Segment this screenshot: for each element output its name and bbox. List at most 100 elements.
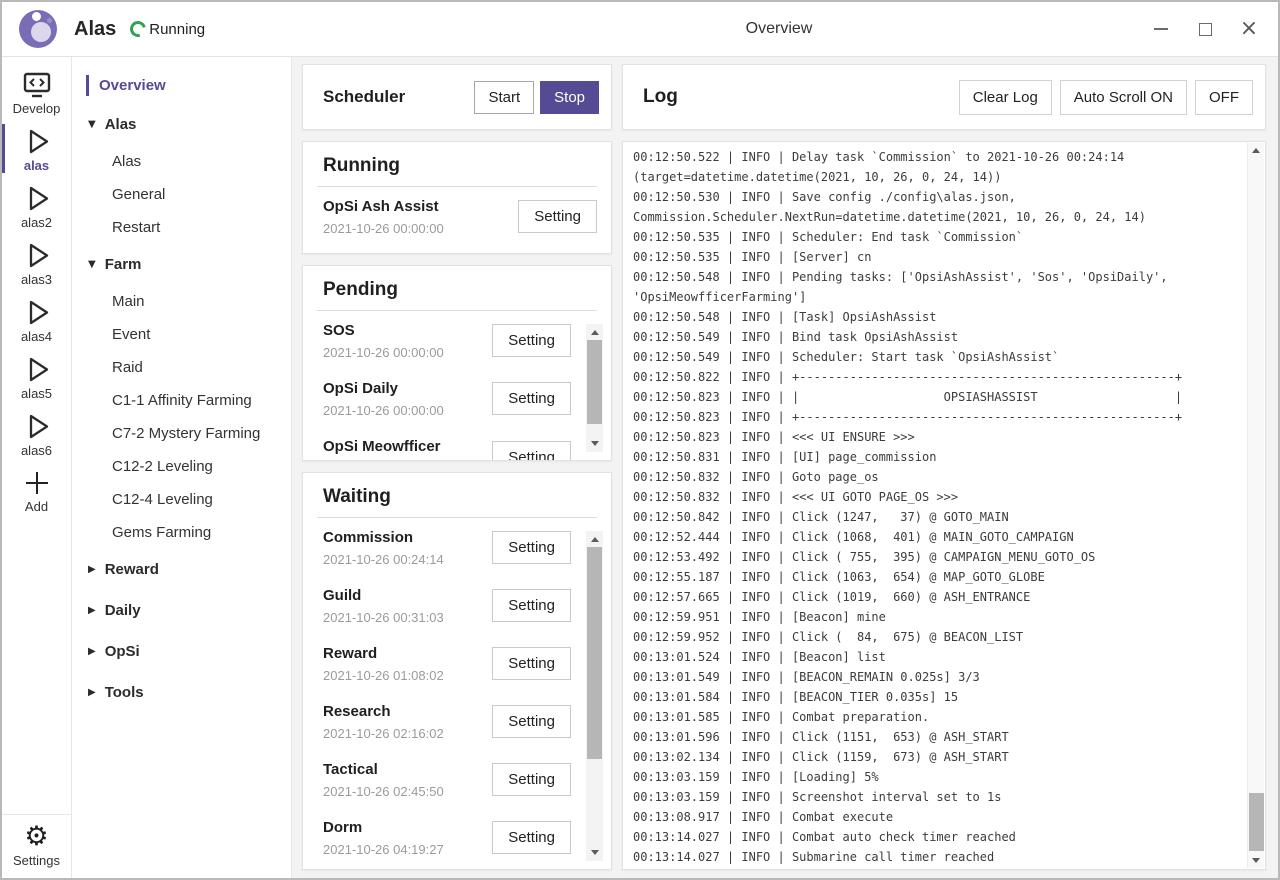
nav-item[interactable]: Restart (72, 211, 291, 244)
play-icon (22, 126, 52, 157)
task-setting-button[interactable]: Setting (492, 382, 571, 415)
task-row: OpSi Ash Assist 2021-10-26 00:00:00 Sett… (303, 187, 611, 245)
task-row: Research 2021-10-26 02:16:02 Setting (303, 692, 611, 750)
nav-item-label: Gems Farming (112, 524, 211, 541)
task-setting-button[interactable]: Setting (492, 324, 571, 357)
nav-item[interactable]: Alas (72, 145, 291, 178)
task-info: Research 2021-10-26 02:16:02 (323, 701, 444, 741)
nav-item[interactable]: Overview (86, 75, 291, 96)
nav-item[interactable]: Event (72, 318, 291, 351)
task-row: Shop Setting (303, 866, 611, 870)
nav-item-label: Main (112, 293, 145, 310)
running-title: Running (323, 155, 591, 177)
scrollbar-down-arrow[interactable] (591, 850, 599, 855)
rail-item-alas5[interactable]: alas5 (2, 349, 71, 404)
start-button[interactable]: Start (474, 81, 534, 114)
close-button[interactable]: × (1234, 14, 1264, 44)
nav-item[interactable]: C1-1 Affinity Farming (72, 384, 291, 417)
auto-scroll-off-button[interactable]: OFF (1195, 80, 1253, 115)
rail-item-alas6[interactable]: alas6 (2, 406, 71, 461)
nav-item[interactable]: Raid (72, 351, 291, 384)
rail-item-develop[interactable]: Develop (2, 65, 71, 119)
waiting-panel: Waiting Commission 2021-10-26 00:24:14 S… (302, 472, 612, 870)
scrollbar-thumb[interactable] (1249, 793, 1264, 851)
log-line: 00:12:50.535 | INFO | [Server] cn (633, 247, 1235, 267)
task-name: OpSi Daily (323, 378, 444, 399)
task-setting-button[interactable]: Setting (492, 441, 571, 462)
scrollbar-thumb[interactable] (587, 547, 602, 759)
task-setting-button[interactable]: Setting (492, 589, 571, 622)
waiting-scrollbar[interactable] (586, 531, 603, 861)
nav-item-label: C7-2 Mystery Farming (112, 425, 260, 442)
play-icon (22, 297, 52, 328)
nav-item[interactable]: ▶ Daily (72, 590, 291, 631)
maximize-button[interactable] (1190, 14, 1220, 44)
task-setting-button[interactable]: Setting (518, 200, 597, 233)
task-setting-button[interactable]: Setting (492, 531, 571, 564)
log-line: 00:12:53.492 | INFO | Click ( 755, 395) … (633, 547, 1235, 567)
rail-item-alas[interactable]: alas (2, 121, 71, 176)
nav-item[interactable]: C12-2 Leveling (72, 450, 291, 483)
scrollbar-up-arrow[interactable] (591, 537, 599, 542)
nav-item[interactable]: Main (72, 285, 291, 318)
rail-item-label: alas6 (2, 443, 71, 458)
log-line: 00:13:01.584 | INFO | [BEACON_TIER 0.035… (633, 687, 1235, 707)
pending-scrollbar[interactable] (586, 324, 603, 452)
running-spinner-icon (127, 18, 149, 40)
log-line: 00:12:55.187 | INFO | Click (1063, 654) … (633, 567, 1235, 587)
task-row: Commission 2021-10-26 00:24:14 Setting (303, 518, 611, 576)
stop-button[interactable]: Stop (540, 81, 599, 114)
log-line: 00:13:02.134 | INFO | Click (1159, 673) … (633, 747, 1235, 767)
log-line: 00:12:50.548 | INFO | Pending tasks: ['O… (633, 267, 1235, 307)
minimize-button[interactable] (1146, 14, 1176, 44)
rail-item-settings[interactable]: ⚙ Settings (2, 814, 71, 878)
task-setting-button[interactable]: Setting (492, 705, 571, 738)
page-title: Overview (292, 20, 1266, 38)
log-line: 00:13:03.159 | INFO | Screenshot interva… (633, 787, 1235, 807)
log-line: 00:12:59.951 | INFO | [Beacon] mine (633, 607, 1235, 627)
scrollbar-up-arrow[interactable] (1252, 148, 1260, 153)
nav-item[interactable]: C7-2 Mystery Farming (72, 417, 291, 450)
task-row: OpSi Daily 2021-10-26 00:00:00 Setting (303, 369, 611, 427)
rail-item-alas4[interactable]: alas4 (2, 292, 71, 347)
nav-item[interactable]: ▼ Alas (72, 104, 291, 145)
task-row: Tactical 2021-10-26 02:45:50 Setting (303, 750, 611, 808)
rail-item-alas2[interactable]: alas2 (2, 178, 71, 233)
scrollbar-up-arrow[interactable] (591, 330, 599, 335)
log-line: 00:12:50.832 | INFO | Goto page_os (633, 467, 1235, 487)
log-line: 00:12:50.823 | INFO | +-----------------… (633, 407, 1235, 427)
app-window: Alas Running Overview × Develop alas ala… (0, 0, 1280, 880)
auto-scroll-on-button[interactable]: Auto Scroll ON (1060, 80, 1187, 115)
nav-expand-icon: ▶ (88, 687, 96, 698)
rail-item-label: Add (2, 499, 71, 514)
log-line: 00:12:57.665 | INFO | Click (1019, 660) … (633, 587, 1235, 607)
nav-item[interactable]: Gems Farming (72, 516, 291, 549)
minimize-icon (1154, 28, 1168, 30)
nav-menu: Overview ▼ Alas Alas General (72, 57, 292, 878)
rail-item-alas3[interactable]: alas3 (2, 235, 71, 290)
log-scrollbar[interactable] (1247, 143, 1264, 868)
nav-item[interactable]: ▶ OpSi (72, 631, 291, 672)
log-line: 00:12:50.535 | INFO | Scheduler: End tas… (633, 227, 1235, 247)
clear-log-button[interactable]: Clear Log (959, 80, 1052, 115)
scrollbar-down-arrow[interactable] (1252, 858, 1260, 863)
log-line: 00:12:59.952 | INFO | Click ( 84, 675) @… (633, 627, 1235, 647)
rail-item-add[interactable]: Add (2, 463, 71, 517)
task-setting-button[interactable]: Setting (492, 821, 571, 854)
task-setting-button[interactable]: Setting (492, 763, 571, 796)
nav-expand-icon: ▶ (88, 605, 96, 616)
scrollbar-thumb[interactable] (587, 340, 602, 424)
titlebar: Alas Running Overview × (2, 2, 1278, 57)
nav-item[interactable]: ▼ Farm (72, 244, 291, 285)
task-setting-button[interactable]: Setting (492, 647, 571, 680)
nav-item[interactable]: ▶ Reward (72, 549, 291, 590)
task-info: OpSi Ash Assist 2021-10-26 00:00:00 (323, 196, 444, 236)
log-line: 00:13:01.524 | INFO | [Beacon] list (633, 647, 1235, 667)
nav-item[interactable]: General (72, 178, 291, 211)
code-monitor-icon (20, 70, 54, 100)
task-next-run-time: 2021-10-26 00:00:00 (323, 403, 444, 418)
scrollbar-down-arrow[interactable] (591, 441, 599, 446)
nav-item[interactable]: C12-4 Leveling (72, 483, 291, 516)
nav-item[interactable]: ▶ Tools (72, 672, 291, 713)
log-line: 00:12:50.832 | INFO | <<< UI GOTO PAGE_O… (633, 487, 1235, 507)
